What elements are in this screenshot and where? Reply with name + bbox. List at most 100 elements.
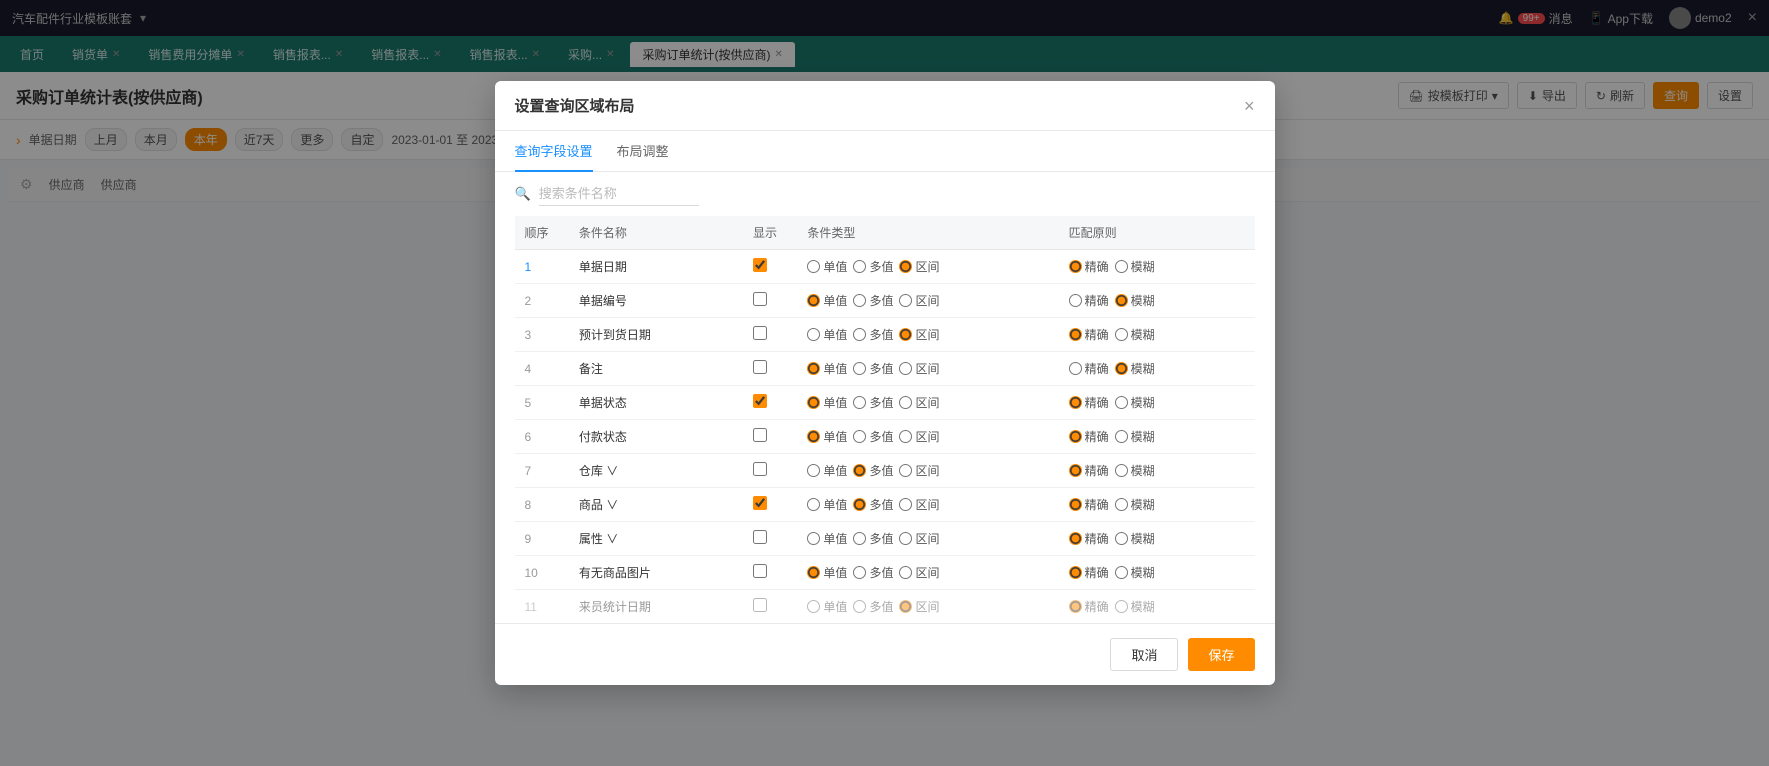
type-range-radio[interactable] (899, 260, 912, 273)
match-exact-radio[interactable] (1069, 362, 1082, 375)
type-single-label[interactable]: 单值 (807, 428, 847, 445)
match-exact-radio[interactable] (1069, 600, 1082, 613)
cell-display[interactable] (743, 352, 797, 386)
type-range-radio[interactable] (899, 464, 912, 477)
match-exact-label[interactable]: 精确 (1069, 496, 1109, 513)
type-range-label[interactable]: 区间 (899, 496, 939, 513)
match-fuzzy-radio[interactable] (1115, 566, 1128, 579)
display-checkbox[interactable] (753, 428, 767, 442)
type-multi-radio[interactable] (853, 396, 866, 409)
type-multi-label[interactable]: 多值 (853, 394, 893, 411)
type-range-radio[interactable] (899, 396, 912, 409)
type-multi-radio[interactable] (853, 260, 866, 273)
search-input[interactable] (539, 182, 699, 206)
type-multi-radio[interactable] (853, 362, 866, 375)
type-single-label[interactable]: 单值 (807, 530, 847, 547)
cell-display[interactable] (743, 386, 797, 420)
modal-close-button[interactable]: × (1244, 97, 1255, 115)
match-fuzzy-radio[interactable] (1115, 362, 1128, 375)
match-fuzzy-label[interactable]: 模糊 (1115, 530, 1155, 547)
type-range-label[interactable]: 区间 (899, 428, 939, 445)
match-exact-label[interactable]: 精确 (1069, 326, 1109, 343)
type-single-radio[interactable] (807, 260, 820, 273)
type-range-radio[interactable] (899, 328, 912, 341)
type-multi-radio[interactable] (853, 294, 866, 307)
type-multi-label[interactable]: 多值 (853, 428, 893, 445)
type-range-radio[interactable] (899, 498, 912, 511)
match-fuzzy-label[interactable]: 模糊 (1115, 394, 1155, 411)
match-fuzzy-radio[interactable] (1115, 532, 1128, 545)
type-single-radio[interactable] (807, 532, 820, 545)
type-single-label[interactable]: 单值 (807, 496, 847, 513)
match-fuzzy-radio[interactable] (1115, 328, 1128, 341)
type-multi-label[interactable]: 多值 (853, 598, 893, 615)
type-multi-radio[interactable] (853, 566, 866, 579)
type-multi-label[interactable]: 多值 (853, 530, 893, 547)
match-exact-label[interactable]: 精确 (1069, 598, 1109, 615)
type-range-radio[interactable] (899, 532, 912, 545)
type-single-radio[interactable] (807, 396, 820, 409)
type-range-label[interactable]: 区间 (899, 530, 939, 547)
match-exact-label[interactable]: 精确 (1069, 360, 1109, 377)
type-range-label[interactable]: 区间 (899, 292, 939, 309)
type-single-label[interactable]: 单值 (807, 258, 847, 275)
cell-display[interactable] (743, 488, 797, 522)
type-multi-label[interactable]: 多值 (853, 462, 893, 479)
match-fuzzy-radio[interactable] (1115, 600, 1128, 613)
match-fuzzy-label[interactable]: 模糊 (1115, 564, 1155, 581)
match-exact-label[interactable]: 精确 (1069, 530, 1109, 547)
match-fuzzy-label[interactable]: 模糊 (1115, 258, 1155, 275)
type-single-label[interactable]: 单值 (807, 326, 847, 343)
type-single-label[interactable]: 单值 (807, 462, 847, 479)
type-range-label[interactable]: 区间 (899, 258, 939, 275)
display-checkbox[interactable] (753, 564, 767, 578)
type-single-label[interactable]: 单值 (807, 598, 847, 615)
match-fuzzy-label[interactable]: 模糊 (1115, 598, 1155, 615)
type-range-label[interactable]: 区间 (899, 326, 939, 343)
type-single-label[interactable]: 单值 (807, 360, 847, 377)
type-range-label[interactable]: 区间 (899, 462, 939, 479)
cell-display[interactable] (743, 522, 797, 556)
save-button[interactable]: 保存 (1188, 638, 1254, 671)
cancel-button[interactable]: 取消 (1110, 638, 1178, 671)
type-single-radio[interactable] (807, 294, 820, 307)
type-multi-radio[interactable] (853, 464, 866, 477)
type-single-radio[interactable] (807, 362, 820, 375)
cell-display[interactable] (743, 250, 797, 284)
match-fuzzy-radio[interactable] (1115, 498, 1128, 511)
cell-display[interactable] (743, 454, 797, 488)
match-exact-label[interactable]: 精确 (1069, 258, 1109, 275)
type-single-radio[interactable] (807, 566, 820, 579)
display-checkbox[interactable] (753, 598, 767, 612)
modal-tab-field-settings[interactable]: 查询字段设置 (515, 131, 593, 172)
type-range-radio[interactable] (899, 566, 912, 579)
match-fuzzy-label[interactable]: 模糊 (1115, 496, 1155, 513)
match-fuzzy-label[interactable]: 模糊 (1115, 292, 1155, 309)
match-exact-label[interactable]: 精确 (1069, 462, 1109, 479)
match-exact-radio[interactable] (1069, 260, 1082, 273)
match-exact-radio[interactable] (1069, 566, 1082, 579)
match-exact-radio[interactable] (1069, 430, 1082, 443)
type-multi-radio[interactable] (853, 430, 866, 443)
match-exact-label[interactable]: 精确 (1069, 564, 1109, 581)
type-single-label[interactable]: 单值 (807, 292, 847, 309)
type-multi-label[interactable]: 多值 (853, 564, 893, 581)
display-checkbox[interactable] (753, 360, 767, 374)
display-checkbox[interactable] (753, 394, 767, 408)
type-multi-radio[interactable] (853, 532, 866, 545)
display-checkbox[interactable] (753, 292, 767, 306)
type-single-radio[interactable] (807, 430, 820, 443)
type-range-label[interactable]: 区间 (899, 564, 939, 581)
display-checkbox[interactable] (753, 462, 767, 476)
match-fuzzy-label[interactable]: 模糊 (1115, 462, 1155, 479)
match-exact-radio[interactable] (1069, 498, 1082, 511)
match-exact-label[interactable]: 精确 (1069, 292, 1109, 309)
type-range-radio[interactable] (899, 362, 912, 375)
type-single-radio[interactable] (807, 498, 820, 511)
type-range-label[interactable]: 区间 (899, 360, 939, 377)
display-checkbox[interactable] (753, 530, 767, 544)
match-fuzzy-radio[interactable] (1115, 430, 1128, 443)
type-single-radio[interactable] (807, 328, 820, 341)
match-exact-radio[interactable] (1069, 532, 1082, 545)
type-multi-label[interactable]: 多值 (853, 292, 893, 309)
